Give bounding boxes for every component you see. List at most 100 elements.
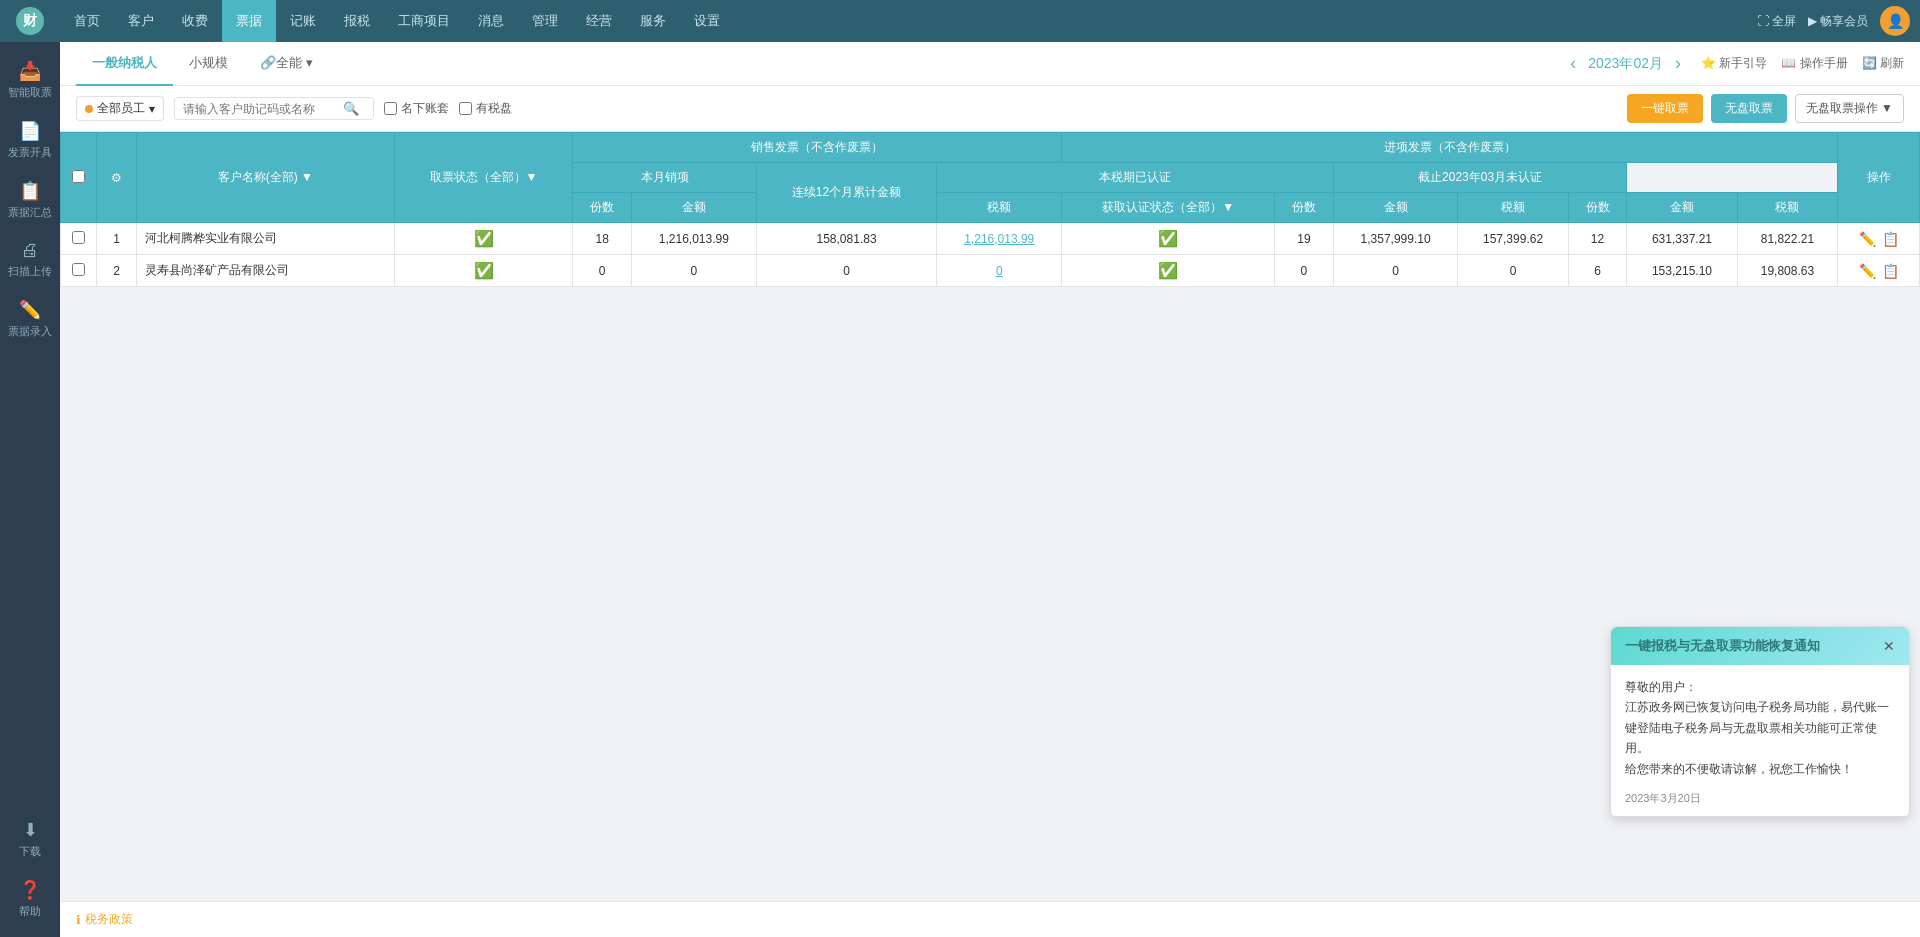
- guide-btn[interactable]: ⭐ 新手引导: [1701, 55, 1767, 72]
- sidebar-item-scan[interactable]: 🖨 扫描上传: [0, 232, 60, 287]
- tab-small-scale[interactable]: 小规模: [173, 42, 244, 86]
- chevron-down-icon: ▾: [306, 55, 313, 70]
- sales-amount-header: 金额: [632, 193, 757, 223]
- nav-account[interactable]: 记账: [276, 0, 330, 42]
- row1-cert-tax: 157,399.62: [1458, 223, 1568, 255]
- nav-invoice[interactable]: 票据: [222, 0, 276, 42]
- row2-uncert-tax: 19,808.63: [1737, 255, 1838, 287]
- uncert-tax-header: 税额: [1737, 193, 1838, 223]
- sidebar-item-smart-ticket[interactable]: 📥 智能取票: [0, 52, 60, 108]
- row2-cumulative-link[interactable]: 0: [996, 264, 1003, 278]
- sales-count-header: 份数: [573, 193, 632, 223]
- notification-body: 尊敬的用户： 江苏政务网已恢复访问电子税务局功能，易代账一键登陆电子税务局与无盘…: [1611, 665, 1909, 791]
- fullscreen-btn[interactable]: ⛶ 全屏: [1757, 13, 1796, 30]
- row2-checkbox-input[interactable]: [72, 263, 85, 276]
- purchase-invoice-header: 进项发票（不含作废票）: [1062, 133, 1838, 163]
- prev-month-btn[interactable]: ‹: [1570, 53, 1576, 74]
- employee-select[interactable]: 全部员工 ▾: [76, 96, 164, 121]
- sidebar-item-entry[interactable]: ✏️ 票据录入: [0, 291, 60, 347]
- row1-cumulative-link[interactable]: 1,216,013.99: [964, 232, 1034, 246]
- tab-general-taxpayer[interactable]: 一般纳税人: [76, 42, 173, 86]
- sidebar-item-download[interactable]: ⬇ 下载: [0, 811, 60, 867]
- tab-right-actions: ⭐ 新手引导 📖 操作手册 🔄 刷新: [1701, 55, 1904, 72]
- edit-icon[interactable]: ✏️: [1859, 231, 1876, 247]
- tab-all-capable[interactable]: 🔗 全能 ▾: [244, 42, 329, 86]
- next-month-btn[interactable]: ›: [1675, 53, 1681, 74]
- tax-policy-link[interactable]: ℹ 税务政策: [76, 911, 133, 928]
- cert-count-header: 份数: [1275, 193, 1334, 223]
- search-input[interactable]: [183, 102, 343, 116]
- member-btn[interactable]: ▶ 畅享会员: [1808, 13, 1868, 30]
- table-row: 1 河北柯腾桦实业有限公司 ✅ 18 1,216,013.99 158,081.…: [61, 223, 1920, 255]
- cert-status-header: 获取认证状态（全部）▼: [1062, 193, 1275, 223]
- row2-checkbox[interactable]: [61, 255, 97, 287]
- member-label: 畅享会员: [1820, 13, 1868, 30]
- nav-home[interactable]: 首页: [60, 0, 114, 42]
- sales-tax-header: 税额: [937, 193, 1062, 223]
- view-icon[interactable]: 📋: [1882, 231, 1899, 247]
- nav-message[interactable]: 消息: [464, 0, 518, 42]
- action-icons-row2: ✏️ 📋: [1846, 263, 1911, 279]
- sidebar-item-invoice-issue[interactable]: 📄 发票开具: [0, 112, 60, 168]
- checkbox-account-input[interactable]: [384, 102, 397, 115]
- toolbar-right-buttons: 一键取票 无盘取票 无盘取票操作 ▼: [1627, 94, 1904, 123]
- uncert-amount-header: 金额: [1627, 193, 1737, 223]
- nav-service[interactable]: 服务: [626, 0, 680, 42]
- checkbox-taxpad[interactable]: 有税盘: [459, 100, 512, 117]
- nav-client[interactable]: 客户: [114, 0, 168, 42]
- nav-manage[interactable]: 管理: [518, 0, 572, 42]
- nav-fee[interactable]: 收费: [168, 0, 222, 42]
- left-sidebar: 📥 智能取票 📄 发票开具 📋 票据汇总 🖨 扫描上传 ✏️ 票据录入 ⬇ 下载…: [0, 42, 60, 937]
- refresh-btn[interactable]: 🔄 刷新: [1862, 55, 1904, 72]
- nav-business[interactable]: 工商项目: [384, 0, 464, 42]
- nav-tax[interactable]: 报税: [330, 0, 384, 42]
- row2-sales-tax: 0: [756, 255, 937, 287]
- one-click-ticket-btn[interactable]: 一键取票: [1627, 94, 1703, 123]
- sidebar-item-label: 下载: [19, 844, 41, 859]
- help-icon: ❓: [19, 879, 41, 901]
- manual-btn[interactable]: 📖 操作手册: [1781, 55, 1847, 72]
- notification-title: 一键报税与无盘取票功能恢复通知: [1625, 637, 1820, 655]
- uncertified-header: 截止2023年03月未认证: [1333, 163, 1627, 193]
- checkbox-taxpad-input[interactable]: [459, 102, 472, 115]
- info-icon: ℹ: [76, 913, 81, 927]
- refresh-label: 刷新: [1880, 56, 1904, 70]
- row2-ticket-status: ✅: [394, 255, 573, 287]
- row1-name: 河北柯腾桦实业有限公司: [137, 223, 395, 255]
- row1-checkbox[interactable]: [61, 223, 97, 255]
- no-pad-ticket-dropdown-btn[interactable]: 无盘取票操作 ▼: [1795, 94, 1904, 123]
- toolbar: 全部员工 ▾ 🔍 名下账套 有税盘 一键取票 无盘取票 无盘取票操作 ▼: [60, 86, 1920, 132]
- select-all-checkbox[interactable]: [72, 170, 85, 183]
- sidebar-item-label: 票据录入: [8, 324, 52, 339]
- sidebar-item-label: 票据汇总: [8, 205, 52, 220]
- no-pad-ticket-btn[interactable]: 无盘取票: [1711, 94, 1787, 123]
- sidebar-item-label: 扫描上传: [8, 264, 52, 279]
- notification-close-btn[interactable]: ✕: [1883, 638, 1895, 654]
- checkbox-account[interactable]: 名下账套: [384, 100, 449, 117]
- row2-num: 2: [97, 255, 137, 287]
- dot-icon: [85, 105, 93, 113]
- row1-cert-count: 19: [1275, 223, 1334, 255]
- search-icon[interactable]: 🔍: [343, 101, 359, 116]
- view-icon[interactable]: 📋: [1882, 263, 1899, 279]
- row1-cert-amount: 1,357,999.10: [1333, 223, 1458, 255]
- edit-icon[interactable]: ✏️: [1859, 263, 1876, 279]
- nav-operation[interactable]: 经营: [572, 0, 626, 42]
- search-box: 🔍: [174, 97, 374, 120]
- row1-checkbox-input[interactable]: [72, 231, 85, 244]
- sidebar-item-help[interactable]: ❓ 帮助: [0, 871, 60, 927]
- tax-policy-label: 税务政策: [85, 911, 133, 928]
- current-month: 2023年02月: [1588, 55, 1663, 73]
- chevron-down-icon: ▾: [149, 102, 155, 116]
- user-avatar[interactable]: 👤: [1880, 6, 1910, 36]
- sidebar-item-summary[interactable]: 📋 票据汇总: [0, 172, 60, 228]
- table-header-top: ⚙ 客户名称(全部) ▼ 取票状态（全部）▼ 销售发票（不含作废票） 进项发票（…: [61, 133, 1920, 163]
- month-navigator: ‹ 2023年02月 ›: [1570, 53, 1681, 74]
- play-icon: ▶: [1808, 14, 1817, 28]
- book-icon: 📖: [1781, 56, 1796, 70]
- row2-uncert-amount: 153,215.10: [1627, 255, 1737, 287]
- invoice-table: ⚙ 客户名称(全部) ▼ 取票状态（全部）▼ 销售发票（不含作废票） 进项发票（…: [60, 132, 1920, 287]
- row2-cumulative: 0: [937, 255, 1062, 287]
- nav-settings[interactable]: 设置: [680, 0, 734, 42]
- cert-tax-header: 税额: [1458, 193, 1568, 223]
